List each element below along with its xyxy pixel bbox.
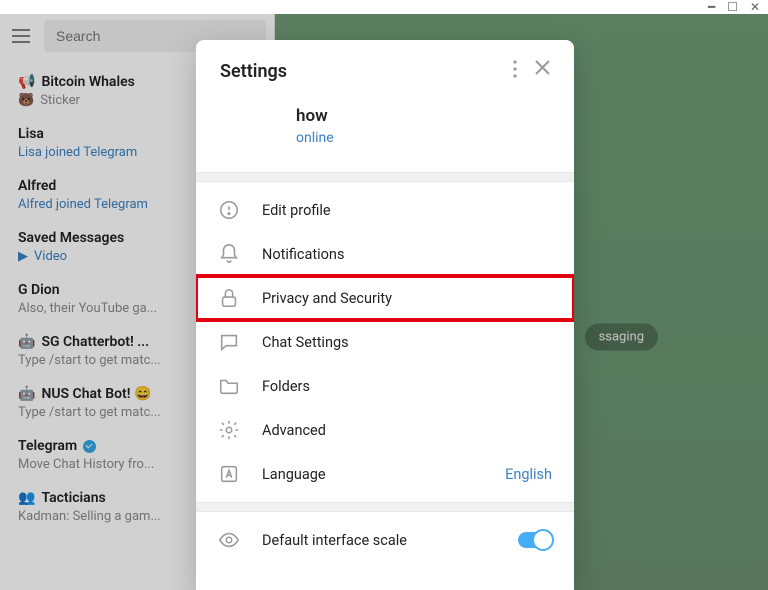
settings-item-edit-profile[interactable]: Edit profile <box>196 188 574 232</box>
close-icon[interactable] <box>535 60 550 82</box>
more-icon[interactable] <box>513 60 517 82</box>
language-icon <box>218 463 240 485</box>
close-window-button[interactable]: ✕ <box>750 0 760 15</box>
divider <box>196 502 574 512</box>
settings-item-language[interactable]: Language English <box>196 452 574 496</box>
settings-item-label: Language <box>262 466 483 483</box>
edit-profile-icon <box>218 199 240 221</box>
settings-item-label: Folders <box>262 378 552 395</box>
notifications-icon <box>218 243 240 265</box>
settings-item-folders[interactable]: Folders <box>196 364 574 408</box>
divider <box>196 172 574 182</box>
profile-name: how <box>296 106 550 126</box>
profile-status: online <box>296 130 550 146</box>
privacy-icon <box>218 287 240 309</box>
settings-item-label: Notifications <box>262 246 552 263</box>
settings-item-notifications[interactable]: Notifications <box>196 232 574 276</box>
settings-item-privacy[interactable]: Privacy and Security <box>196 276 574 320</box>
settings-modal: Settings how online Edit profile Notifica… <box>196 40 574 590</box>
settings-item-label: Privacy and Security <box>262 290 552 307</box>
settings-item-advanced[interactable]: Advanced <box>196 408 574 452</box>
profile-section[interactable]: how online <box>196 96 574 172</box>
settings-item-label: Chat Settings <box>262 334 552 351</box>
settings-item-value: English <box>505 466 552 483</box>
settings-item-label: Edit profile <box>262 202 552 219</box>
maximize-button[interactable]: ☐ <box>727 0 738 15</box>
settings-item-label: Advanced <box>262 422 552 439</box>
folders-icon <box>218 375 240 397</box>
settings-item-chat-settings[interactable]: Chat Settings <box>196 320 574 364</box>
chat-settings-icon <box>218 331 240 353</box>
interface-scale-toggle[interactable] <box>518 532 552 548</box>
minimize-button[interactable]: ━ <box>708 0 715 15</box>
advanced-icon <box>218 419 240 441</box>
interface-scale-row[interactable]: Default interface scale <box>196 518 574 562</box>
interface-scale-label: Default interface scale <box>262 532 496 549</box>
eye-icon <box>218 529 240 551</box>
settings-title: Settings <box>220 61 513 82</box>
